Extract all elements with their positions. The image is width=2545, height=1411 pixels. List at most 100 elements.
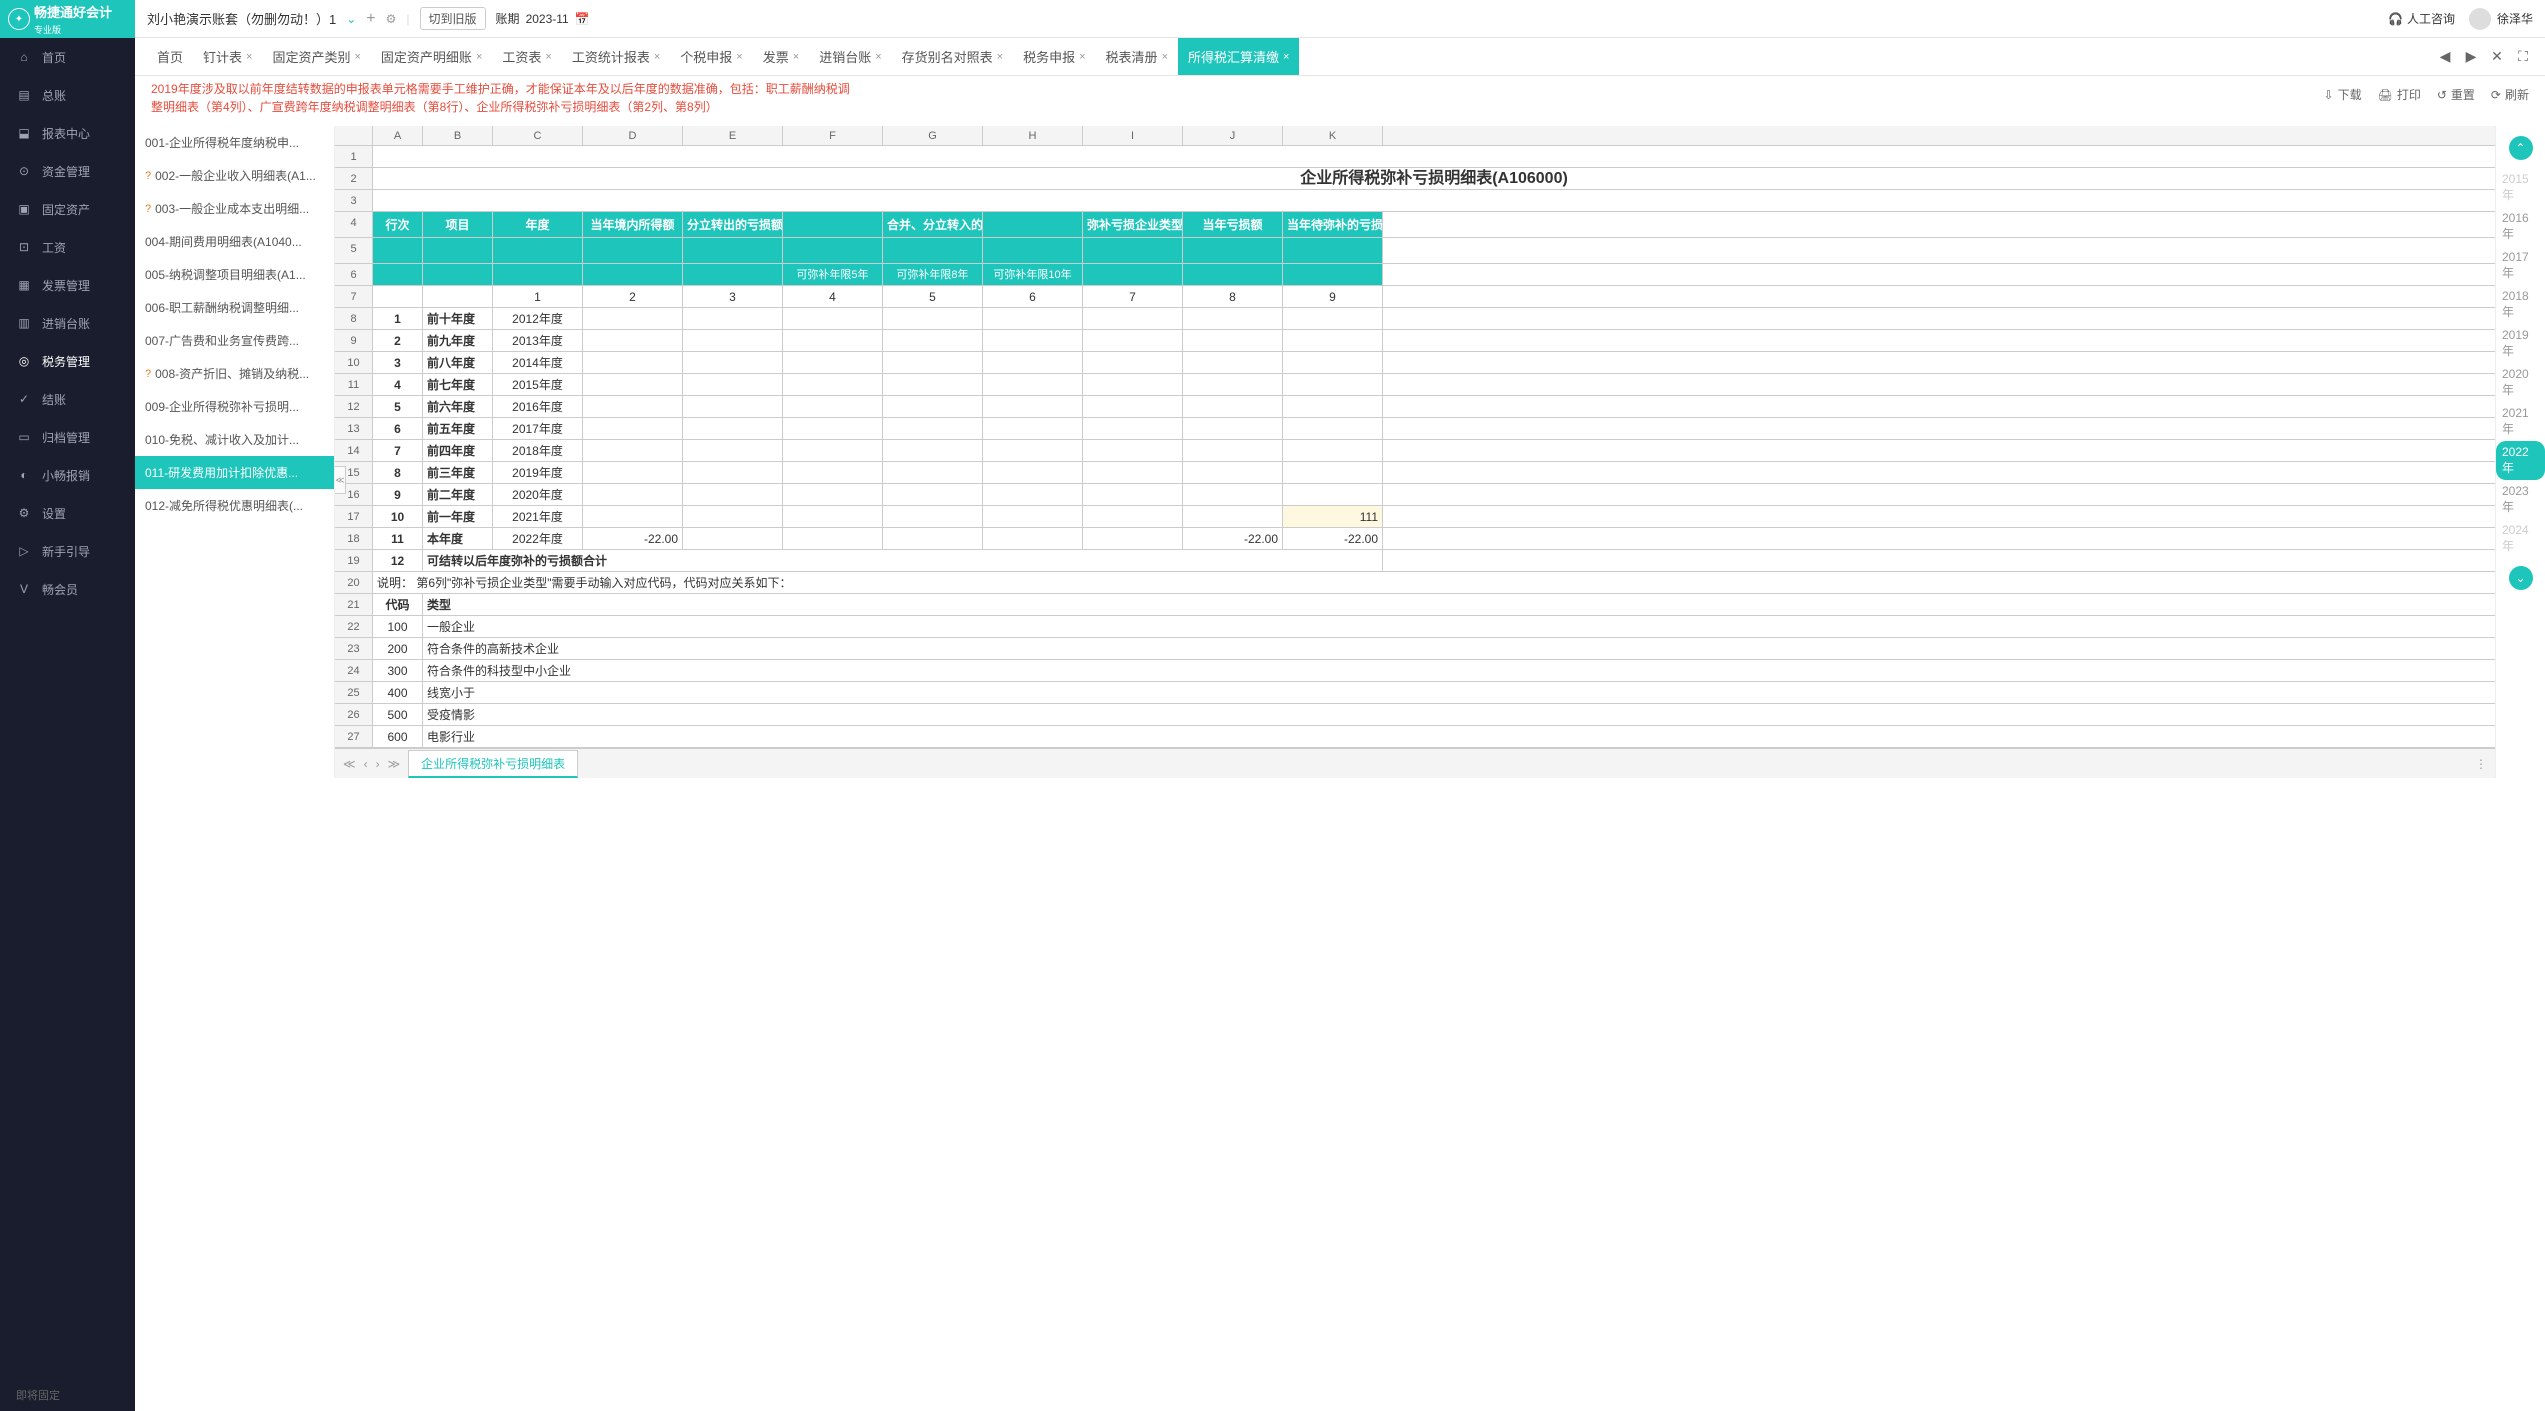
add-account-button[interactable]: + [366,10,375,28]
tab-close-icon[interactable]: × [793,51,799,63]
cell-rowno[interactable]: 12 [373,550,423,571]
form-item-8[interactable]: 009-企业所得税弥补亏损明... [135,390,334,423]
refresh-button[interactable]: ⟳刷新 [2491,86,2529,103]
nav-item-10[interactable]: ▭归档管理 [0,418,135,456]
sheet-tab-prev[interactable]: ‹ [364,757,368,771]
tab-close-icon[interactable]: × [997,51,1003,63]
cell-rowno[interactable]: 5 [373,396,423,417]
nav-item-1[interactable]: ▤总账 [0,76,135,114]
sheet-tab-menu[interactable]: ⋮ [2475,757,2487,771]
tab-close-icon[interactable]: × [545,51,551,63]
reset-button[interactable]: ↺重置 [2437,86,2475,103]
tab-close-icon[interactable]: × [1079,51,1085,63]
nav-item-14[interactable]: V畅会员 [0,570,135,608]
year-2017年[interactable]: 2017年 [2496,246,2545,285]
collapse-handle[interactable]: ≪ [335,466,346,494]
tab-close-icon[interactable]: × [875,51,881,63]
form-item-7[interactable]: ?008-资产折旧、摊销及纳税... [135,357,334,390]
form-item-5[interactable]: 006-职工薪酬纳税调整明细... [135,291,334,324]
year-2020年[interactable]: 2020年 [2496,363,2545,402]
form-item-2[interactable]: ?003-一般企业成本支出明细... [135,192,334,225]
nav-item-5[interactable]: ⊡工资 [0,228,135,266]
tab-7[interactable]: 发票× [753,38,809,75]
calendar-icon[interactable]: 📅 [575,12,590,26]
form-item-0[interactable]: 001-企业所得税年度纳税申... [135,126,334,159]
nav-item-2[interactable]: ⬓报表中心 [0,114,135,152]
form-item-4[interactable]: 005-纳税调整项目明细表(A1... [135,258,334,291]
year-up-button[interactable]: ⌃ [2509,136,2533,160]
cell-rowno[interactable]: 8 [373,462,423,483]
tab-2[interactable]: 固定资产类别× [262,38,370,75]
tab-close-icon[interactable]: × [736,51,742,63]
form-item-3[interactable]: 004-期间费用明细表(A1040... [135,225,334,258]
tab-close-icon[interactable]: × [354,51,360,63]
year-2022年[interactable]: 2022年 [2496,441,2545,480]
col-header-F[interactable]: F [783,126,883,145]
nav-item-12[interactable]: ⚙设置 [0,494,135,532]
nav-item-3[interactable]: ⊙资金管理 [0,152,135,190]
col-header-B[interactable]: B [423,126,493,145]
sheet-body[interactable]: 12企业所得税弥补亏损明细表(A106000)34行次项目年度当年境内所得额分立… [335,146,2495,748]
cell-rowno[interactable]: 7 [373,440,423,461]
nav-item-11[interactable]: ◐小畅报销 [0,456,135,494]
col-header-C[interactable]: C [493,126,583,145]
gear-icon[interactable]: ⚙ [386,12,397,26]
col-header-D[interactable]: D [583,126,683,145]
user-menu[interactable]: 徐泽华 [2469,8,2533,30]
tab-close-all-button[interactable]: ✕ [2487,48,2507,65]
col-header-E[interactable]: E [683,126,783,145]
form-item-10[interactable]: 011-研发费用加计扣除优惠... [135,456,334,489]
tab-6[interactable]: 个税申报× [670,38,752,75]
year-2019年[interactable]: 2019年 [2496,324,2545,363]
form-item-9[interactable]: 010-免税、减计收入及加计... [135,423,334,456]
consult-button[interactable]: 🎧 人工咨询 [2388,10,2455,27]
tab-1[interactable]: 钉计表× [193,38,262,75]
col-header-H[interactable]: H [983,126,1083,145]
tab-9[interactable]: 存货别名对照表× [892,38,1013,75]
tab-close-icon[interactable]: × [1162,51,1168,63]
tab-10[interactable]: 税务申报× [1013,38,1095,75]
year-2021年[interactable]: 2021年 [2496,402,2545,441]
nav-item-8[interactable]: ◎税务管理 [0,342,135,380]
tab-close-icon[interactable]: × [246,51,252,63]
col-header-I[interactable]: I [1083,126,1183,145]
tab-12[interactable]: 所得税汇算清缴× [1178,38,1299,75]
tab-5[interactable]: 工资统计报表× [562,38,670,75]
cell-rowno[interactable]: 2 [373,330,423,351]
period-value[interactable]: 2023-11 [526,12,569,26]
cell-rowno[interactable]: 1 [373,308,423,329]
tab-close-icon[interactable]: × [1283,51,1289,63]
col-header-K[interactable]: K [1283,126,1383,145]
nav-item-9[interactable]: ✓结账 [0,380,135,418]
nav-item-4[interactable]: ▣固定资产 [0,190,135,228]
col-header-A[interactable]: A [373,126,423,145]
cell-rowno[interactable]: 6 [373,418,423,439]
cell-rowno[interactable]: 4 [373,374,423,395]
nav-item-6[interactable]: ▦发票管理 [0,266,135,304]
chevron-down-icon[interactable]: ⌄ [346,12,356,26]
tab-11[interactable]: 税表清册× [1096,38,1178,75]
tab-close-icon[interactable]: × [476,51,482,63]
form-item-1[interactable]: ?002-一般企业收入明细表(A1... [135,159,334,192]
cell-rowno[interactable]: 11 [373,528,423,549]
nav-item-13[interactable]: ▷新手引导 [0,532,135,570]
form-item-11[interactable]: 012-减免所得税优惠明细表(... [135,489,334,522]
year-2016年[interactable]: 2016年 [2496,207,2545,246]
year-2024年[interactable]: 2024年 [2496,519,2545,558]
account-selector[interactable]: 刘小艳演示账套（勿删勿动！）1 [147,9,336,28]
tab-prev-button[interactable]: ◀ [2435,48,2455,65]
cell-rowno[interactable]: 3 [373,352,423,373]
nav-item-0[interactable]: ⌂首页 [0,38,135,76]
tab-next-button[interactable]: ▶ [2461,48,2481,65]
switch-old-button[interactable]: 切到旧版 [420,7,486,30]
tab-8[interactable]: 进销台账× [809,38,891,75]
sheet-tab-next[interactable]: › [376,757,380,771]
col-header-G[interactable]: G [883,126,983,145]
tab-0[interactable]: 首页 [147,38,193,75]
form-item-6[interactable]: 007-广告费和业务宣传费跨... [135,324,334,357]
col-header-J[interactable]: J [1183,126,1283,145]
tab-3[interactable]: 固定资产明细账× [371,38,492,75]
year-2018年[interactable]: 2018年 [2496,285,2545,324]
download-button[interactable]: ⇩下载 [2324,86,2362,103]
year-2015年[interactable]: 2015年 [2496,168,2545,207]
